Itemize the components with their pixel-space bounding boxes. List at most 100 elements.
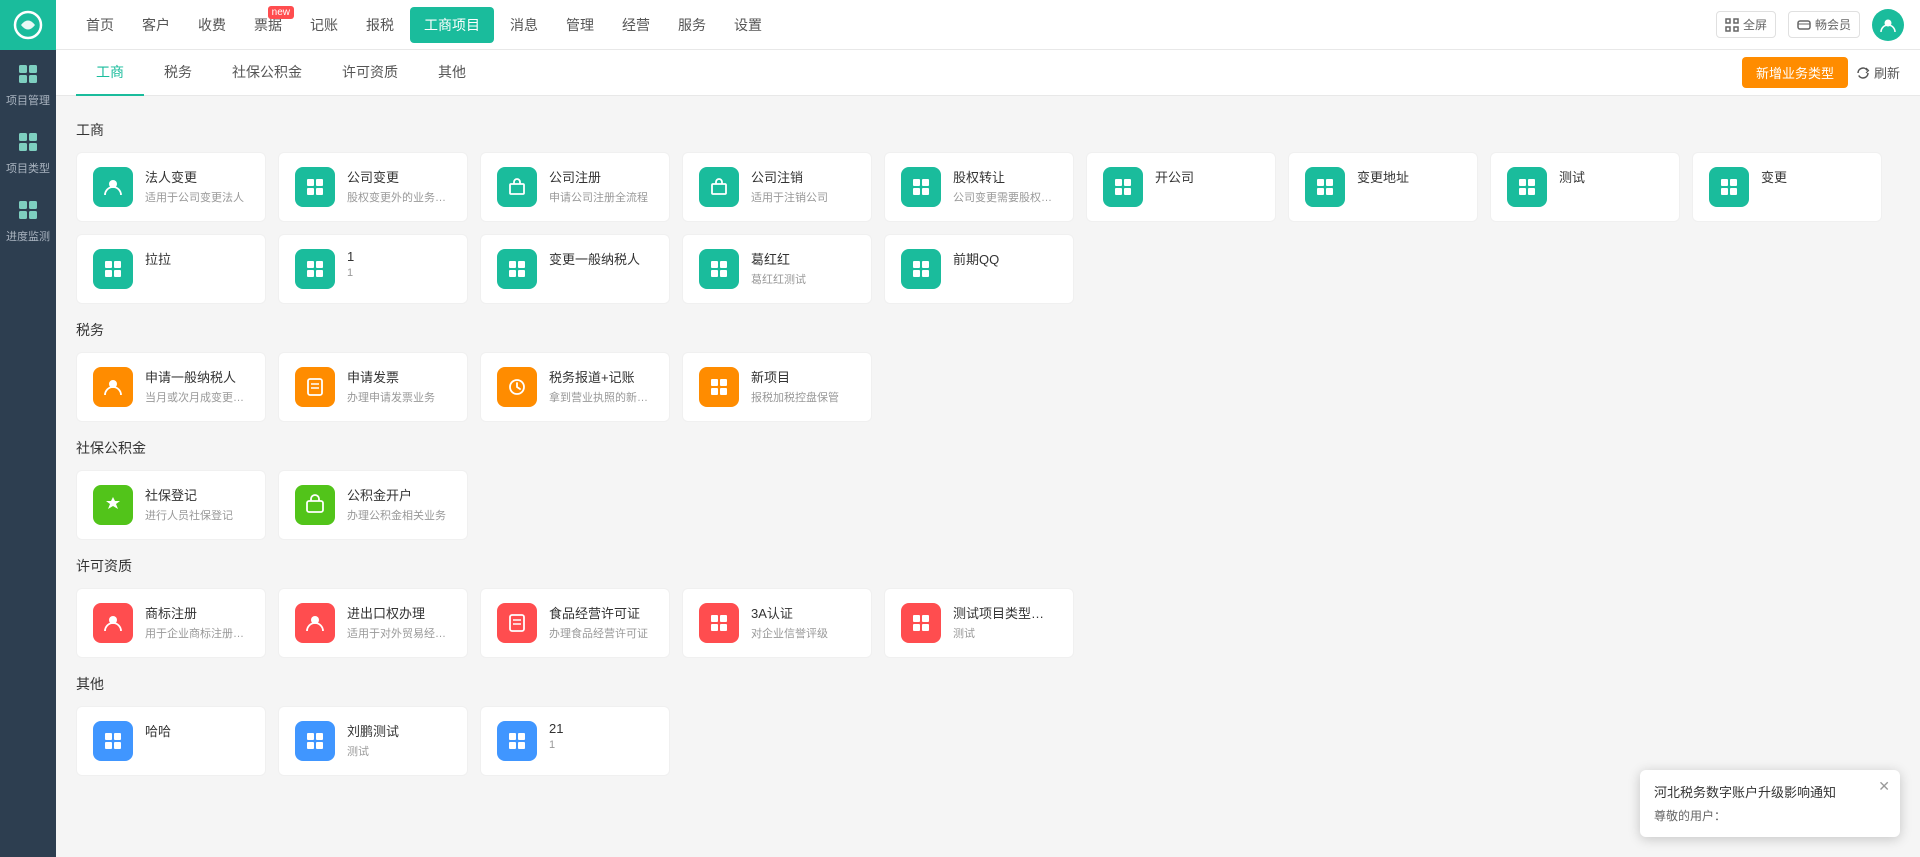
card-icon-company-change xyxy=(295,167,335,207)
card-info-liupeng-test: 刘鹏测试 测试 xyxy=(347,721,451,759)
section-title-other: 其他 xyxy=(76,674,1900,694)
card-desc: 当月或次月成变更完成 xyxy=(145,389,249,405)
page-content: 工商 税务 社保公积金 许可资质 其他 新增业务类型 刷新 工商 xyxy=(56,50,1920,857)
nav-billing[interactable]: 收费 xyxy=(184,0,240,50)
card-lala[interactable]: 拉拉 xyxy=(76,234,266,304)
sidebar-item-progress-monitor[interactable]: 进度监测 xyxy=(0,186,56,254)
tab-industry[interactable]: 工商 xyxy=(76,50,144,96)
card-info-test: 测试 xyxy=(1559,167,1663,189)
card-icon-tax-report-accounting xyxy=(497,367,537,407)
tab-social-fund[interactable]: 社保公积金 xyxy=(212,50,322,96)
card-icon-haha xyxy=(93,721,133,761)
member-icon xyxy=(1797,18,1811,32)
section-title-tax: 税务 xyxy=(76,320,1900,340)
new-type-button[interactable]: 新增业务类型 xyxy=(1742,57,1848,88)
card-change-taxpayer[interactable]: 变更一般纳税人 xyxy=(480,234,670,304)
card-item1[interactable]: 1 1 xyxy=(278,234,468,304)
nav-operation[interactable]: 经营 xyxy=(608,0,664,50)
card-test-project-type[interactable]: 测试项目类型目定义 测试 xyxy=(884,588,1074,658)
card-3a-cert[interactable]: 3A认证 对企业信誉评级 xyxy=(682,588,872,658)
topnav-items: 首页 客户 收费 票据 new 记账 报税 工商项目 消息 管理 经营 服务 设… xyxy=(72,0,1716,50)
card-new-project[interactable]: 新项目 报税加税控盘保管 xyxy=(682,352,872,422)
card-equity-transfer[interactable]: 股权转让 公司变更需要股权转让 xyxy=(884,152,1074,222)
card-name: 前期QQ xyxy=(953,249,1057,268)
nav-invoice[interactable]: 票据 new xyxy=(240,0,296,50)
card-info-company-register: 公司注册 申请公司注册全流程 xyxy=(549,167,653,205)
card-icon-test xyxy=(1507,167,1547,207)
nav-industry[interactable]: 工商项目 xyxy=(410,7,494,43)
tab-tax[interactable]: 税务 xyxy=(144,50,212,96)
card-info-haha: 哈哈 xyxy=(145,721,249,743)
card-item-21[interactable]: 21 1 xyxy=(480,706,670,776)
card-test[interactable]: 测试 xyxy=(1490,152,1680,222)
user-avatar[interactable] xyxy=(1872,9,1904,41)
sidebar-item-project-type[interactable]: 项目类型 xyxy=(0,118,56,186)
card-legal-change[interactable]: 法人变更 适用于公司变更法人 xyxy=(76,152,266,222)
card-desc: 办理申请发票业务 xyxy=(347,389,451,405)
card-icon-item1 xyxy=(295,249,335,289)
card-change-address[interactable]: 变更地址 xyxy=(1288,152,1478,222)
card-company-register[interactable]: 公司注册 申请公司注册全流程 xyxy=(480,152,670,222)
card-icon-equity-transfer xyxy=(901,167,941,207)
card-desc: 拿到营业执照的新公司 xyxy=(549,389,653,405)
card-name: 进出口权办理 xyxy=(347,603,451,622)
card-company-cancel[interactable]: 公司注销 适用于注销公司 xyxy=(682,152,872,222)
refresh-button[interactable]: 刷新 xyxy=(1856,63,1900,82)
card-icon-item-21 xyxy=(497,721,537,761)
card-liupeng-test[interactable]: 刘鹏测试 测试 xyxy=(278,706,468,776)
card-info-3a-cert: 3A认证 对企业信誉评级 xyxy=(751,603,855,641)
card-food-license[interactable]: 食品经营许可证 办理食品经营许可证 xyxy=(480,588,670,658)
card-name: 变更地址 xyxy=(1357,167,1461,186)
card-icon-food-license xyxy=(497,603,537,643)
card-fund-account[interactable]: 公积金开户 办理公积金相关业务 xyxy=(278,470,468,540)
tab-other[interactable]: 其他 xyxy=(418,50,486,96)
card-desc: 进行人员社保登记 xyxy=(145,507,249,523)
card-icon-social-register xyxy=(93,485,133,525)
card-desc: 适用于注销公司 xyxy=(751,189,855,205)
card-desc: 办理公积金相关业务 xyxy=(347,507,451,523)
topnav: 首页 客户 收费 票据 new 记账 报税 工商项目 消息 管理 经营 服务 设… xyxy=(56,0,1920,50)
card-company-change[interactable]: 公司变更 股权变更外的业务变更 xyxy=(278,152,468,222)
nav-service[interactable]: 服务 xyxy=(664,0,720,50)
notification-close-button[interactable]: ✕ xyxy=(1878,778,1890,795)
card-change[interactable]: 变更 xyxy=(1692,152,1882,222)
card-info-test-project-type: 测试项目类型目定义 测试 xyxy=(953,603,1057,641)
nav-settings[interactable]: 设置 xyxy=(720,0,776,50)
card-name: 变更一般纳税人 xyxy=(549,249,653,268)
card-apply-taxpayer[interactable]: 申请一般纳税人 当月或次月成变更完成 xyxy=(76,352,266,422)
nav-home[interactable]: 首页 xyxy=(72,0,128,50)
sidebar-item-project-manage[interactable]: 项目管理 xyxy=(0,50,56,118)
nav-accounting[interactable]: 记账 xyxy=(296,0,352,50)
nav-message[interactable]: 消息 xyxy=(496,0,552,50)
card-mohonghong[interactable]: 葛红红 葛红红测试 xyxy=(682,234,872,304)
nav-customer[interactable]: 客户 xyxy=(128,0,184,50)
card-info-legal-change: 法人变更 适用于公司变更法人 xyxy=(145,167,249,205)
card-haha[interactable]: 哈哈 xyxy=(76,706,266,776)
app-logo[interactable] xyxy=(0,0,56,50)
fullscreen-button[interactable]: 全屏 xyxy=(1716,11,1776,38)
card-social-register[interactable]: 社保登记 进行人员社保登记 xyxy=(76,470,266,540)
member-button[interactable]: 畅会员 xyxy=(1788,11,1860,38)
tab-license[interactable]: 许可资质 xyxy=(322,50,418,96)
card-icon-open-company xyxy=(1103,167,1143,207)
card-import-export[interactable]: 进出口权办理 适用于对外贸易经营者 xyxy=(278,588,468,658)
card-icon-new-project xyxy=(699,367,739,407)
notification-title: 河北税务数字账户升级影响通知 xyxy=(1654,782,1886,801)
nav-manage[interactable]: 管理 xyxy=(552,0,608,50)
card-apply-invoice[interactable]: 申请发票 办理申请发票业务 xyxy=(278,352,468,422)
card-info-open-company: 开公司 xyxy=(1155,167,1259,189)
card-icon-change xyxy=(1709,167,1749,207)
card-icon-apply-taxpayer xyxy=(93,367,133,407)
card-open-company[interactable]: 开公司 xyxy=(1086,152,1276,222)
sections: 工商 法人变更 适用于公司变更法人 xyxy=(56,96,1920,808)
card-trademark[interactable]: 商标注册 用于企业商标注册服务 xyxy=(76,588,266,658)
card-info-item1: 1 1 xyxy=(347,249,451,279)
nav-tax[interactable]: 报税 xyxy=(352,0,408,50)
card-qianqi-qq[interactable]: 前期QQ xyxy=(884,234,1074,304)
card-name: 21 xyxy=(549,721,653,736)
card-name: 3A认证 xyxy=(751,603,855,622)
card-info-qianqi-qq: 前期QQ xyxy=(953,249,1057,271)
card-name: 税务报道+记账 xyxy=(549,367,653,386)
card-name: 刘鹏测试 xyxy=(347,721,451,740)
card-tax-report-accounting[interactable]: 税务报道+记账 拿到营业执照的新公司 xyxy=(480,352,670,422)
